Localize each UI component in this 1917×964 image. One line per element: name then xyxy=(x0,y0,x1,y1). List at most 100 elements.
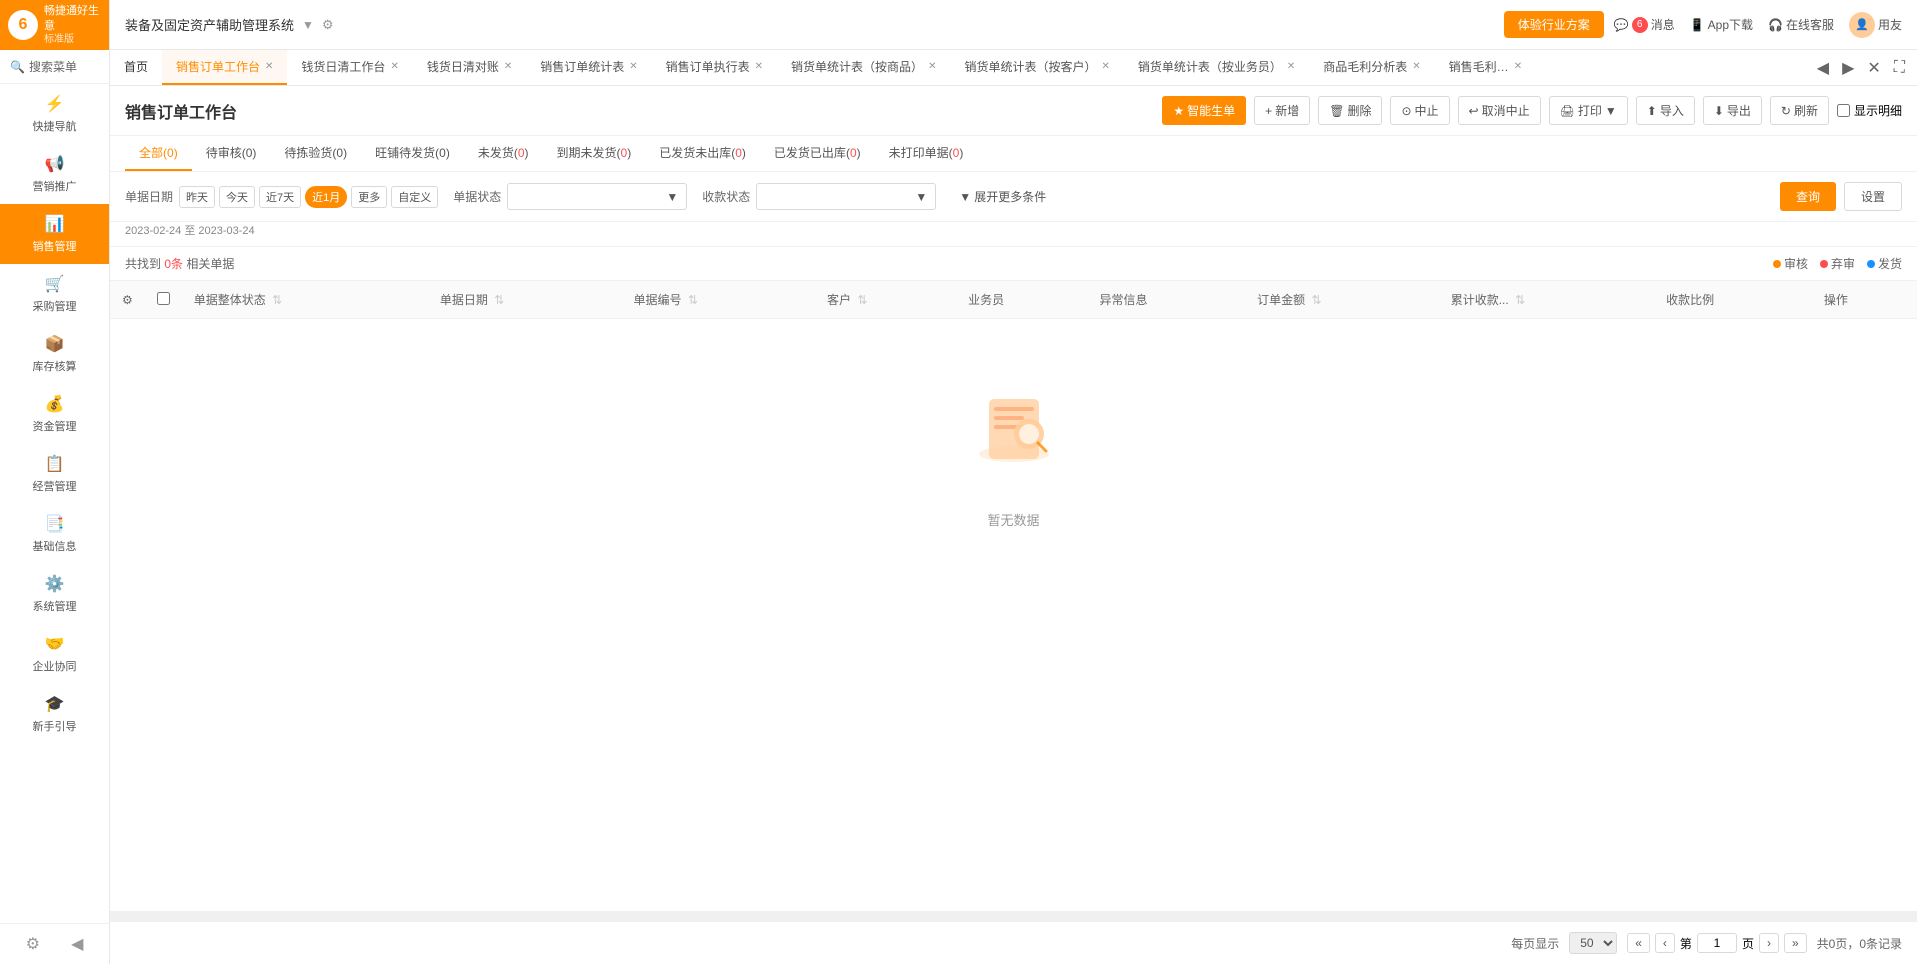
page-input[interactable] xyxy=(1697,933,1737,953)
tab-sales-exec[interactable]: 销售订单执行表 ✕ xyxy=(652,50,777,85)
stop-btn[interactable]: ⊙ 中止 xyxy=(1390,96,1449,125)
message-action[interactable]: 💬 6 消息 xyxy=(1614,16,1675,33)
sort-customer-icon[interactable]: ⇅ xyxy=(857,293,867,307)
subtab-all[interactable]: 全部(0) xyxy=(125,136,192,171)
subtab-wangpu[interactable]: 旺铺待发货(0) xyxy=(361,136,464,171)
horizontal-scrollbar[interactable] xyxy=(110,911,1917,921)
query-btn[interactable]: 查询 xyxy=(1780,182,1836,211)
next-page-btn[interactable]: › xyxy=(1759,933,1779,953)
subtab-pending-check[interactable]: 待拣验货(0) xyxy=(270,136,361,171)
subtab-shipped-not-out[interactable]: 已发货未出库(0) xyxy=(645,136,760,171)
user-action[interactable]: 👤 用友 xyxy=(1849,12,1902,38)
date-btn-month[interactable]: 近1月 xyxy=(305,186,347,208)
deliver-action[interactable]: 发货 xyxy=(1867,255,1902,272)
select-all-checkbox[interactable] xyxy=(157,292,170,305)
column-settings-icon[interactable]: ⚙ xyxy=(122,293,133,307)
sidebar-item-inventory[interactable]: 📦 库存核算 xyxy=(0,324,109,384)
app-download-action[interactable]: 📱 App下载 xyxy=(1690,16,1753,33)
sidebar-item-operations[interactable]: 📋 经营管理 xyxy=(0,444,109,504)
sidebar-item-enterprise[interactable]: 🤝 企业协同 xyxy=(0,624,109,684)
tab-next-btn[interactable]: ▶ xyxy=(1838,56,1858,80)
print-btn[interactable]: 🖨 打印 ▼ xyxy=(1549,96,1628,125)
date-btn-today[interactable]: 今天 xyxy=(219,186,255,208)
first-page-btn[interactable]: « xyxy=(1627,933,1650,953)
delete-btn[interactable]: 🗑 删除 xyxy=(1318,96,1382,125)
basic-info-icon: 📑 xyxy=(45,514,65,534)
expand-btn[interactable]: ▼ 展开更多条件 xyxy=(951,184,1054,209)
gear-icon[interactable]: ⚙ xyxy=(322,17,334,33)
sidebar-item-basic-info[interactable]: 📑 基础信息 xyxy=(0,504,109,564)
th-amount: 订单金额 ⇅ xyxy=(1245,281,1439,319)
th-checkbox[interactable] xyxy=(145,281,182,319)
cancel-stop-btn[interactable]: ↩ 取消中止 xyxy=(1458,96,1541,125)
sidebar-item-sales[interactable]: 📊 销售管理 xyxy=(0,204,109,264)
tab-sales-order[interactable]: 销售订单工作台 ✕ xyxy=(162,50,287,85)
subtab-overdue[interactable]: 到期未发货(0) xyxy=(543,136,646,171)
industry-btn[interactable]: 体验行业方案 xyxy=(1504,11,1604,38)
tab-gross-margin[interactable]: 商品毛利分析表 ✕ xyxy=(1309,50,1434,85)
close-tab-9[interactable]: ✕ xyxy=(1412,61,1420,72)
import-btn[interactable]: ⬆ 导入 xyxy=(1636,96,1695,125)
payment-select[interactable]: ▼ xyxy=(756,183,936,210)
subtab-not-printed[interactable]: 未打印单据(0) xyxy=(875,136,978,171)
subtab-undelivered[interactable]: 未发货(0) xyxy=(464,136,543,171)
sidebar-item-system[interactable]: ⚙️ 系统管理 xyxy=(0,564,109,624)
tab-sales-stats[interactable]: 销售订单统计表 ✕ xyxy=(526,50,651,85)
status-select[interactable]: ▼ xyxy=(507,183,687,210)
set-btn[interactable]: 设置 xyxy=(1844,182,1902,211)
table-scroll[interactable]: ⚙ 单据整体状态 ⇅ 单据日期 ⇅ xyxy=(110,281,1917,911)
last-page-btn[interactable]: » xyxy=(1784,933,1807,953)
settings-icon[interactable]: ⚙ xyxy=(26,934,40,954)
prev-page-btn[interactable]: ‹ xyxy=(1655,933,1675,953)
date-btn-yesterday[interactable]: 昨天 xyxy=(179,186,215,208)
export-btn[interactable]: ⬇ 导出 xyxy=(1703,96,1762,125)
close-tab-4[interactable]: ✕ xyxy=(629,61,637,72)
star-icon: ★ xyxy=(1173,104,1184,118)
sort-date-icon[interactable]: ⇅ xyxy=(494,293,504,307)
close-tab-7[interactable]: ✕ xyxy=(1101,61,1109,72)
sidebar-item-quick-nav[interactable]: ⚡ 快捷导航 xyxy=(0,84,109,144)
show-detail-checkbox[interactable] xyxy=(1837,104,1850,117)
per-page-select[interactable]: 50 xyxy=(1569,932,1617,954)
unaudit-action[interactable]: 弃审 xyxy=(1820,255,1855,272)
smart-create-btn[interactable]: ★ 智能生单 xyxy=(1162,96,1246,125)
online-service-action[interactable]: 🎧 在线客服 xyxy=(1768,16,1834,33)
add-btn[interactable]: + 新增 xyxy=(1254,96,1310,125)
collapse-icon[interactable]: ◀ xyxy=(71,934,83,954)
close-tab-2[interactable]: ✕ xyxy=(390,61,398,72)
refresh-btn[interactable]: ↻ 刷新 xyxy=(1770,96,1829,125)
sidebar-item-purchase[interactable]: 🛒 采购管理 xyxy=(0,264,109,324)
tab-sales-product[interactable]: 销货单统计表（按商品） ✕ xyxy=(777,50,950,85)
tab-sales-staff[interactable]: 销货单统计表（按业务员） ✕ xyxy=(1124,50,1309,85)
th-settings[interactable]: ⚙ xyxy=(110,281,145,319)
tab-sales-profit[interactable]: 销售毛利… ✕ xyxy=(1435,50,1536,85)
tab-daily-reconcile[interactable]: 钱货日清对账 ✕ xyxy=(413,50,526,85)
sort-collected-icon[interactable]: ⇅ xyxy=(1515,293,1525,307)
close-tab-1[interactable]: ✕ xyxy=(265,61,273,72)
date-btn-more[interactable]: 更多 xyxy=(351,186,387,208)
sidebar-search[interactable]: 🔍 搜索菜单 xyxy=(0,50,109,84)
tab-prev-btn[interactable]: ◀ xyxy=(1813,56,1833,80)
tab-home[interactable]: 首页 xyxy=(110,50,162,85)
audit-action[interactable]: 审核 xyxy=(1773,255,1808,272)
subtab-pending-audit[interactable]: 待审核(0) xyxy=(192,136,271,171)
subtab-shipped-out[interactable]: 已发货已出库(0) xyxy=(760,136,875,171)
sort-amount-icon[interactable]: ⇅ xyxy=(1311,293,1321,307)
close-tab-3[interactable]: ✕ xyxy=(504,61,512,72)
tab-fullscreen-btn[interactable]: ⛶ xyxy=(1890,57,1909,79)
tab-daily-clear[interactable]: 钱货日清工作台 ✕ xyxy=(287,50,412,85)
date-btn-7days[interactable]: 近7天 xyxy=(259,186,301,208)
close-tab-8[interactable]: ✕ xyxy=(1287,61,1295,72)
tab-sales-customer[interactable]: 销货单统计表（按客户） ✕ xyxy=(950,50,1123,85)
date-btn-custom[interactable]: 自定义 xyxy=(391,186,438,208)
sort-number-icon[interactable]: ⇅ xyxy=(688,293,698,307)
close-tab-5[interactable]: ✕ xyxy=(755,61,763,72)
close-tab-10[interactable]: ✕ xyxy=(1514,61,1522,72)
sidebar-item-marketing[interactable]: 📢 营销推广 xyxy=(0,144,109,204)
close-tab-6[interactable]: ✕ xyxy=(928,61,936,72)
sidebar-item-finance[interactable]: 💰 资金管理 xyxy=(0,384,109,444)
sort-status-icon[interactable]: ⇅ xyxy=(272,293,282,307)
tab-close-btn[interactable]: ✕ xyxy=(1863,56,1884,80)
sidebar-item-guide[interactable]: 🎓 新手引导 xyxy=(0,684,109,744)
show-detail-label[interactable]: 显示明细 xyxy=(1837,102,1902,119)
